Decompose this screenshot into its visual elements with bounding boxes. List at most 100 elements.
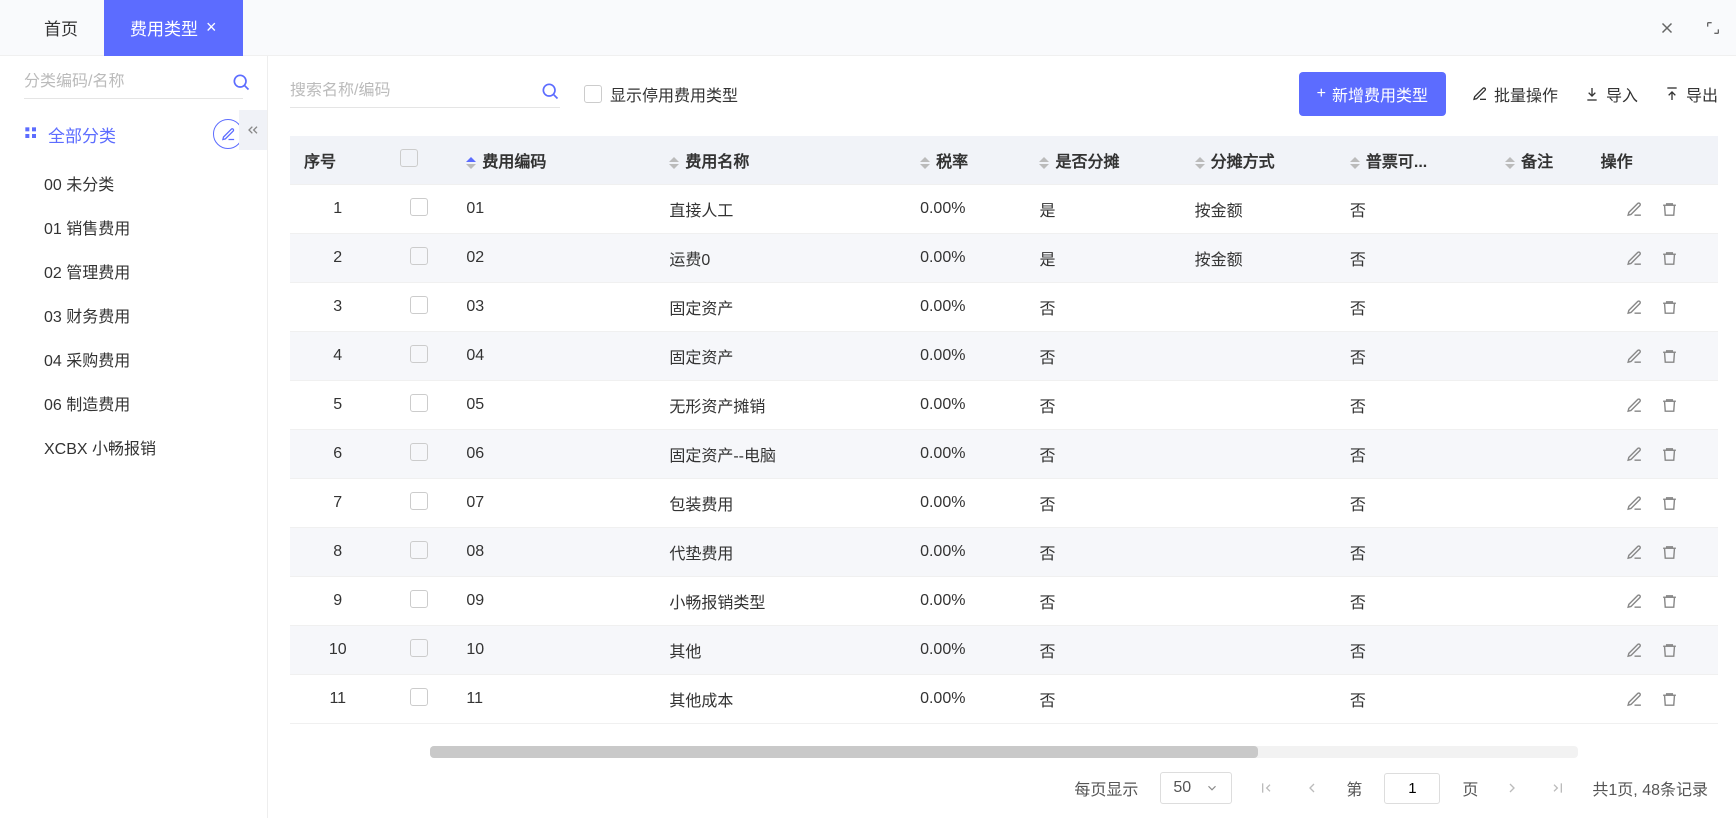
per-page-select[interactable]: 50	[1160, 772, 1232, 804]
row-edit-button[interactable]	[1626, 348, 1643, 365]
last-page-button[interactable]	[1546, 776, 1570, 800]
cell-code: 03	[452, 283, 655, 332]
search-icon[interactable]	[231, 72, 251, 92]
row-delete-button[interactable]	[1661, 348, 1678, 365]
row-edit-button[interactable]	[1626, 446, 1643, 463]
cell-fentan: 否	[1025, 675, 1180, 724]
col-seq-header[interactable]: 序号	[290, 136, 386, 185]
cell-checkbox[interactable]	[386, 626, 453, 675]
col-fentan-header[interactable]: 是否分摊	[1025, 136, 1180, 185]
table-wrapper: 序号 费用编码 费用名称 税率 是否分摊 分摊方式 普票可... 备注 操作	[290, 136, 1718, 742]
row-edit-button[interactable]	[1626, 397, 1643, 414]
cell-fentanway	[1181, 479, 1336, 528]
table-row: 606固定资产--电脑0.00%否否	[290, 430, 1718, 479]
cell-name: 固定资产--电脑	[655, 430, 906, 479]
row-edit-button[interactable]	[1626, 299, 1643, 316]
cell-seq: 3	[290, 283, 386, 332]
content-search-input[interactable]	[290, 82, 540, 100]
row-edit-button[interactable]	[1626, 593, 1643, 610]
col-act-header: 操作	[1587, 136, 1718, 185]
import-button[interactable]: 导入	[1584, 82, 1638, 106]
row-delete-button[interactable]	[1661, 495, 1678, 512]
cell-checkbox[interactable]	[386, 283, 453, 332]
close-all-button[interactable]	[1644, 0, 1690, 56]
cell-name: 包装费用	[655, 479, 906, 528]
sidebar-root-item[interactable]: 全部分类	[24, 122, 116, 147]
col-code-header[interactable]: 费用编码	[452, 136, 655, 185]
row-edit-button[interactable]	[1626, 544, 1643, 561]
add-fee-type-button[interactable]: + 新增费用类型	[1299, 72, 1446, 116]
col-name-header[interactable]: 费用名称	[655, 136, 906, 185]
sidebar-item-03[interactable]: 03 财务费用	[0, 293, 267, 337]
col-remark-header[interactable]: 备注	[1491, 136, 1587, 185]
cell-fentan: 否	[1025, 528, 1180, 577]
batch-operations-button[interactable]: 批量操作	[1472, 82, 1558, 106]
sidebar-item-04[interactable]: 04 采购费用	[0, 337, 267, 381]
export-button[interactable]: 导出	[1664, 82, 1718, 106]
cell-fentan: 否	[1025, 577, 1180, 626]
cell-checkbox[interactable]	[386, 332, 453, 381]
cell-checkbox[interactable]	[386, 234, 453, 283]
cell-fentanway: 按金额	[1181, 234, 1336, 283]
table-scroll[interactable]: 序号 费用编码 费用名称 税率 是否分摊 分摊方式 普票可... 备注 操作	[290, 136, 1718, 742]
row-edit-button[interactable]	[1626, 495, 1643, 512]
row-edit-button[interactable]	[1626, 201, 1643, 218]
cell-checkbox[interactable]	[386, 528, 453, 577]
col-fentanway-header[interactable]: 分摊方式	[1181, 136, 1336, 185]
row-delete-button[interactable]	[1661, 299, 1678, 316]
cell-checkbox[interactable]	[386, 479, 453, 528]
col-select-all-header[interactable]	[386, 136, 453, 185]
row-delete-button[interactable]	[1661, 250, 1678, 267]
first-page-button[interactable]	[1254, 776, 1278, 800]
sidebar-item-06[interactable]: 06 制造费用	[0, 381, 267, 425]
cell-pupiao: 否	[1336, 577, 1491, 626]
cell-checkbox[interactable]	[386, 430, 453, 479]
cell-checkbox[interactable]	[386, 577, 453, 626]
batch-label: 批量操作	[1494, 82, 1558, 106]
row-delete-button[interactable]	[1661, 201, 1678, 218]
sidebar-search-input[interactable]	[24, 73, 231, 91]
sidebar-item-01[interactable]: 01 销售费用	[0, 205, 267, 249]
row-edit-button[interactable]	[1626, 691, 1643, 708]
checkbox-icon	[410, 688, 428, 706]
tab-fee-type[interactable]: 费用类型 ×	[104, 0, 243, 56]
col-rate-header[interactable]: 税率	[906, 136, 1025, 185]
show-disabled-checkbox[interactable]: 显示停用费用类型	[584, 82, 738, 106]
search-icon[interactable]	[540, 81, 560, 101]
page-input[interactable]	[1384, 773, 1440, 804]
sidebar-collapse-button[interactable]	[239, 110, 267, 150]
row-edit-button[interactable]	[1626, 642, 1643, 659]
row-delete-button[interactable]	[1661, 642, 1678, 659]
row-delete-button[interactable]	[1661, 397, 1678, 414]
tab-close-icon[interactable]: ×	[206, 17, 217, 38]
cell-seq: 10	[290, 626, 386, 675]
cell-rate: 0.00%	[906, 626, 1025, 675]
cell-checkbox[interactable]	[386, 675, 453, 724]
cell-checkbox[interactable]	[386, 185, 453, 234]
horizontal-scrollbar[interactable]	[290, 744, 1718, 758]
row-delete-button[interactable]	[1661, 446, 1678, 463]
row-edit-button[interactable]	[1626, 250, 1643, 267]
row-delete-button[interactable]	[1661, 593, 1678, 610]
sidebar-item-xcbx[interactable]: XCBX 小畅报销	[0, 425, 267, 469]
scrollbar-thumb[interactable]	[430, 746, 1258, 758]
row-delete-button[interactable]	[1661, 691, 1678, 708]
tab-home[interactable]: 首页	[18, 0, 104, 56]
edit-icon	[1472, 86, 1488, 102]
row-delete-button[interactable]	[1661, 544, 1678, 561]
cell-checkbox[interactable]	[386, 381, 453, 430]
cell-fentan: 否	[1025, 283, 1180, 332]
col-pupiao-header[interactable]: 普票可...	[1336, 136, 1491, 185]
fullscreen-button[interactable]	[1690, 0, 1736, 56]
sidebar-item-00[interactable]: 00 未分类	[0, 161, 267, 205]
add-fee-type-label: 新增费用类型	[1332, 82, 1428, 106]
cell-code: 04	[452, 332, 655, 381]
cell-fentan: 否	[1025, 626, 1180, 675]
cell-actions	[1587, 185, 1718, 234]
sidebar-item-02[interactable]: 02 管理费用	[0, 249, 267, 293]
prev-page-button[interactable]	[1300, 776, 1324, 800]
checkbox-icon	[410, 541, 428, 559]
cell-remark	[1491, 528, 1587, 577]
next-page-button[interactable]	[1500, 776, 1524, 800]
cell-remark	[1491, 577, 1587, 626]
